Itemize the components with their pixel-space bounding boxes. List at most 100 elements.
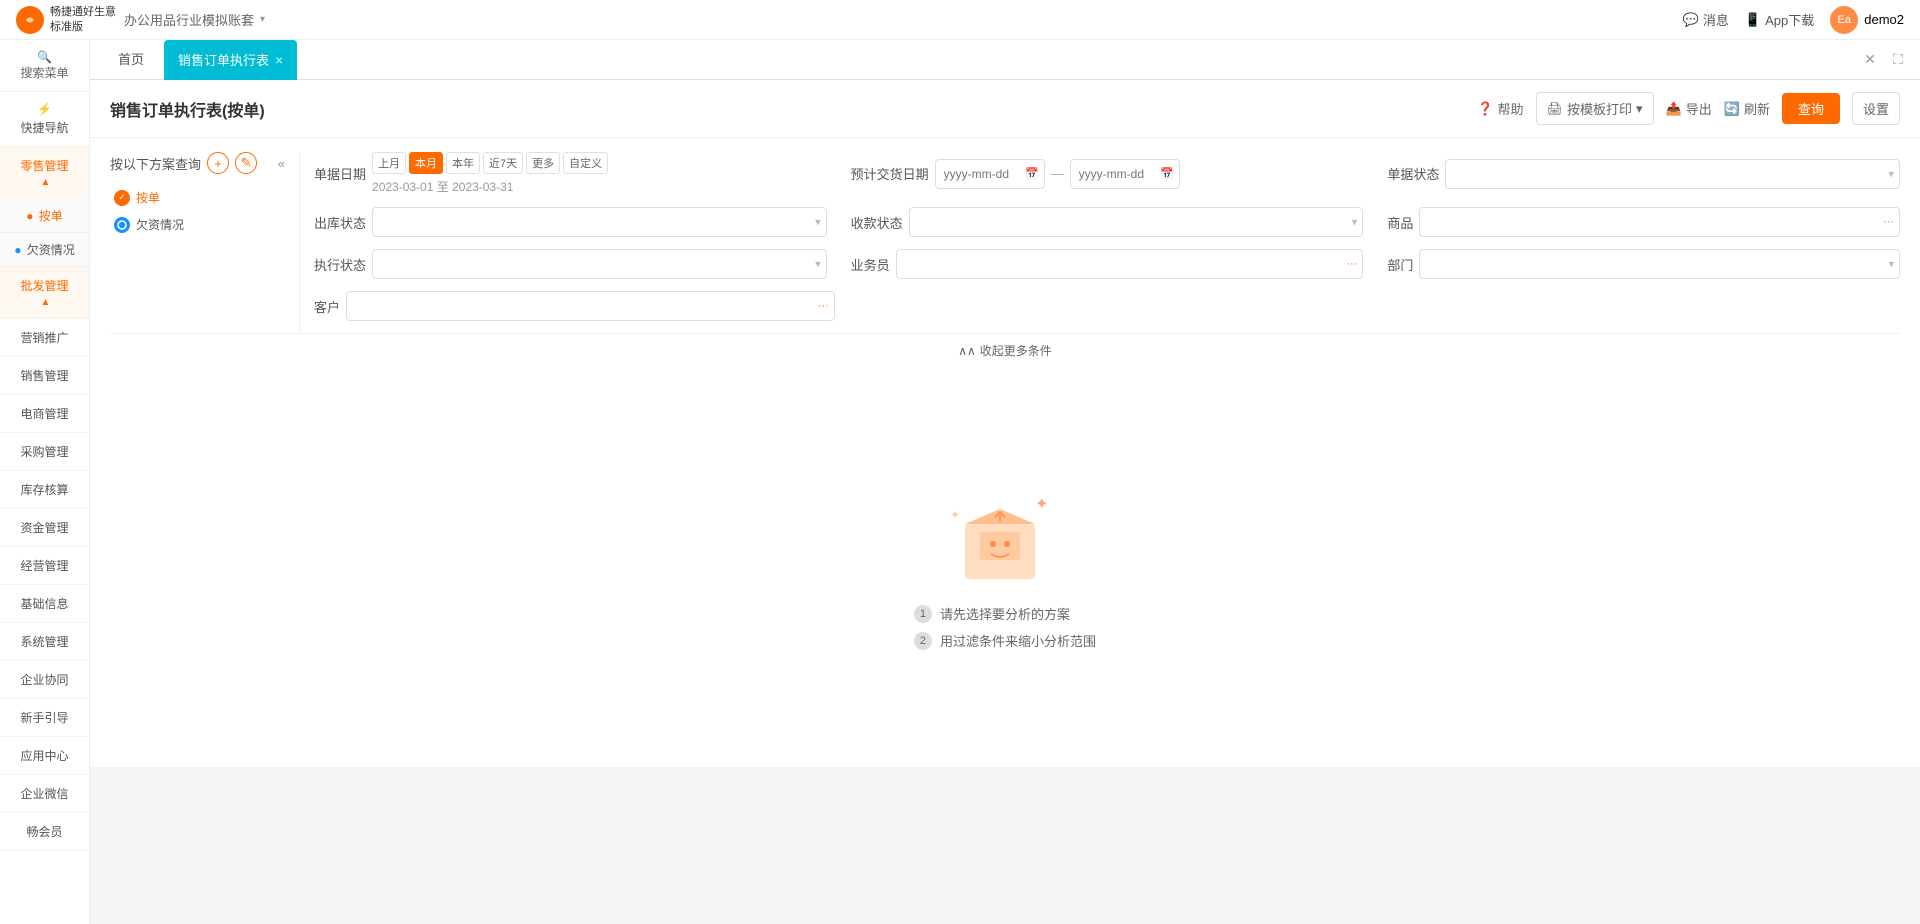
sidebar-sub-item-欠资情况[interactable]: ● 欠资情况 [0, 233, 89, 267]
filter-row-2: 出库状态 ▾ 收款状态 [314, 207, 1900, 237]
scheme-collapse-button[interactable]: « [278, 156, 285, 171]
receipt-status-field: 收款状态 ▾ [851, 207, 1364, 237]
settings-label: 设置 [1863, 99, 1889, 118]
sidebar-appstore-label: 应用中心 [20, 747, 68, 764]
department-label: 部门 [1387, 255, 1413, 274]
tab-close-button[interactable]: × [275, 53, 283, 67]
filter-fields-panel: 单据日期 上月 本月 本年 近7天 更多 自定义 [300, 152, 1900, 333]
page-actions: ❓ 帮助 🖨 按模板打印 ▾ 📤 导出 🔄 刷新 [1477, 92, 1900, 125]
sidebar-item-enterprise[interactable]: 企业协同 [0, 661, 89, 699]
refresh-icon: 🔄 [1724, 101, 1740, 117]
breadcrumb-text: 办公用品行业模拟账套 [124, 10, 254, 29]
date-btn-近7天[interactable]: 近7天 [483, 152, 523, 174]
refresh-label: 刷新 [1744, 99, 1770, 118]
date-btn-自定义[interactable]: 自定义 [563, 152, 608, 174]
settings-button[interactable]: 设置 [1852, 92, 1900, 125]
scheme-add-button[interactable]: + [207, 152, 229, 174]
wholesale-expand-icon: ▲ [41, 297, 51, 308]
sidebar-system-label: 系统管理 [20, 633, 68, 650]
scheme-add-icon: + [214, 156, 222, 171]
sidebar-item-retail[interactable]: 零售管理 ▲ [0, 147, 89, 199]
scheme-title: 按以下方案查询 [110, 154, 201, 173]
sidebar-item-member[interactable]: 畅会员 [0, 813, 89, 851]
product-input[interactable] [1419, 207, 1900, 237]
sidebar-item-wholesale[interactable]: 批发管理 ▲ [0, 267, 89, 319]
hint-num-2: 2 [914, 632, 932, 650]
sidebar-search[interactable]: 🔍 搜索菜单 [0, 40, 89, 92]
export-button[interactable]: 📤 导出 [1666, 99, 1712, 118]
sidebar-item-quick-nav[interactable]: ⚡ 快捷导航 [0, 92, 89, 147]
department-select[interactable] [1419, 249, 1900, 279]
page-header: 销售订单执行表(按单) ❓ 帮助 🖨 按模板打印 ▾ 📤 导出 [90, 80, 1920, 138]
sidebar-retail-label: 零售管理 [20, 157, 68, 174]
date-btn-上月[interactable]: 上月 [372, 152, 406, 174]
sidebar-item-basic[interactable]: 基础信息 [0, 585, 89, 623]
page-title: 销售订单执行表(按单) [110, 97, 265, 121]
collapse-bar[interactable]: ∧∧ 收起更多条件 [110, 333, 1900, 367]
page-content: 销售订单执行表(按单) ❓ 帮助 🖨 按模板打印 ▾ 📤 导出 [90, 80, 1920, 924]
out-status-select[interactable] [372, 207, 827, 237]
tab-home-label: 首页 [118, 49, 144, 68]
tab-sales-exec[interactable]: 销售订单执行表 × [164, 40, 297, 80]
customer-more-icon[interactable]: ··· [818, 300, 829, 312]
doc-date-field: 单据日期 上月 本月 本年 近7天 更多 自定义 [314, 152, 827, 195]
sidebar-item-appstore[interactable]: 应用中心 [0, 737, 89, 775]
date-btn-本年[interactable]: 本年 [446, 152, 480, 174]
print-button[interactable]: 🖨 按模板打印 ▾ [1536, 92, 1654, 125]
app-download-button[interactable]: 📱 App下载 [1745, 10, 1814, 29]
help-button[interactable]: ❓ 帮助 [1477, 99, 1523, 118]
exec-status-field: 执行状态 ▾ [314, 249, 827, 279]
sidebar-item-ecommerce[interactable]: 电商管理 [0, 395, 89, 433]
doc-status-select[interactable] [1445, 159, 1900, 189]
sidebar-item-newbie[interactable]: 新手引导 [0, 699, 89, 737]
sidebar-item-purchase[interactable]: 采购管理 [0, 433, 89, 471]
tab-home[interactable]: 首页 [102, 40, 160, 80]
message-button[interactable]: 💬 消息 [1683, 10, 1729, 29]
salesperson-more-icon[interactable]: ··· [1346, 258, 1357, 270]
print-icon: 🖨 [1547, 101, 1564, 117]
scheme-edit-button[interactable]: ✎ [235, 152, 257, 174]
salesperson-input[interactable] [896, 249, 1364, 279]
refresh-button[interactable]: 🔄 刷新 [1724, 99, 1770, 118]
scheme-dot-blue [114, 217, 130, 233]
empty-hints: 1 请先选择要分析的方案 2 用过滤条件来缩小分析范围 [914, 604, 1096, 650]
tab-maximize-button[interactable]: ⛶ [1888, 50, 1908, 70]
receipt-status-select[interactable] [909, 207, 1364, 237]
user-info[interactable]: Ea demo2 [1830, 6, 1904, 34]
scheme-item-欠资情况[interactable]: 欠资情况 [110, 211, 285, 238]
scheme-item-按单[interactable]: ✓ 按单 [110, 184, 285, 211]
date-btn-更多[interactable]: 更多 [526, 152, 560, 174]
content-area: 首页 销售订单执行表 × ✕ ⛶ 销售订单执行表(按单) ❓ 帮助 [90, 40, 1920, 924]
sidebar-item-marketing[interactable]: 营销推广 [0, 319, 89, 357]
sidebar-quick-nav-label: 快捷导航 [20, 119, 68, 136]
filter-row-4: 客户 ··· [314, 291, 1900, 321]
filter-row-1: 单据日期 上月 本月 本年 近7天 更多 自定义 [314, 152, 1900, 195]
sidebar-sub-按单-label: 按单 [39, 209, 63, 223]
sidebar-sub-item-按单[interactable]: ● 按单 [0, 199, 89, 233]
sidebar-item-sales[interactable]: 销售管理 [0, 357, 89, 395]
customer-input[interactable] [346, 291, 835, 321]
empty-illustration-svg: ✦ ✦ [945, 484, 1065, 584]
customer-field: 客户 ··· [314, 291, 835, 321]
query-button[interactable]: 查询 [1782, 93, 1840, 124]
sidebar-item-wechat[interactable]: 企业微信 [0, 775, 89, 813]
exec-status-select[interactable] [372, 249, 827, 279]
empty-state: ✦ ✦ 1 请先选择要分析的方案 [90, 367, 1920, 767]
expected-date-field: 预计交货日期 📅 — [851, 159, 1364, 189]
breadcrumb[interactable]: 办公用品行业模拟账套 ▾ [124, 10, 265, 29]
sidebar-item-inventory[interactable]: 库存核算 [0, 471, 89, 509]
sidebar-item-operation[interactable]: 经营管理 [0, 547, 89, 585]
tab-bar: 首页 销售订单执行表 × ✕ ⛶ [90, 40, 1920, 80]
scheme-panel-header: 按以下方案查询 + ✎ « [110, 152, 285, 174]
date-sep: — [1049, 166, 1066, 181]
sidebar-item-finance[interactable]: 资金管理 [0, 509, 89, 547]
sidebar-finance-label: 资金管理 [20, 519, 68, 536]
quick-nav-icon: ⚡ [37, 102, 52, 116]
tab-close-all-button[interactable]: ✕ [1860, 50, 1880, 70]
sidebar-wechat-label: 企业微信 [20, 785, 68, 802]
sidebar-wholesale-label: 批发管理 [20, 277, 68, 294]
sidebar-item-system[interactable]: 系统管理 [0, 623, 89, 661]
date-btn-本月[interactable]: 本月 [409, 152, 443, 174]
product-more-icon[interactable]: ··· [1883, 216, 1894, 228]
sidebar-inventory-label: 库存核算 [20, 481, 68, 498]
